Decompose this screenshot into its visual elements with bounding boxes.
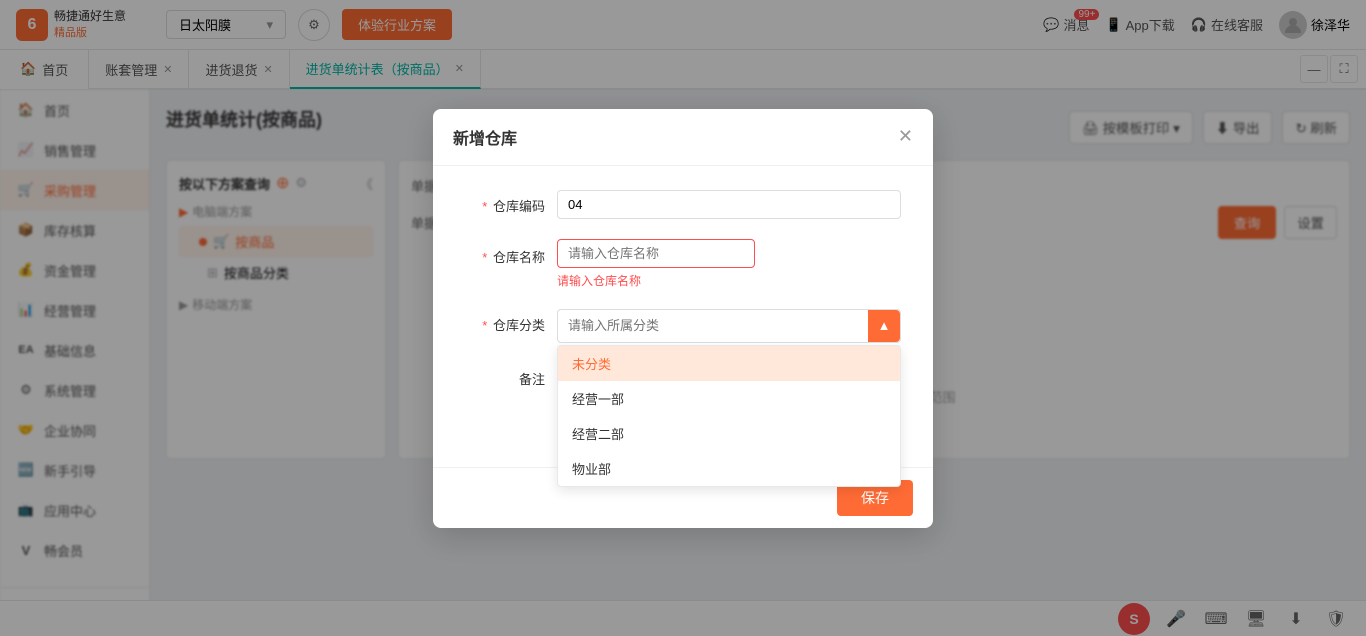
required-star-name: * [482, 250, 487, 265]
modal-body: * 仓库编码 * 仓库名称 请输入仓库名称 [433, 166, 933, 467]
modal-overlay: 新增仓库 ✕ * 仓库编码 * 仓库名称 [0, 0, 1366, 636]
warehouse-name-input[interactable] [557, 239, 755, 268]
modal-close-button[interactable]: ✕ [898, 126, 913, 147]
code-label: * 仓库编码 [465, 190, 545, 215]
category-dropdown-input-row: ▲ [557, 309, 901, 343]
category-input[interactable] [558, 312, 868, 339]
form-row-name: * 仓库名称 请输入仓库名称 [465, 239, 901, 289]
warehouse-code-input[interactable] [557, 190, 901, 219]
category-dropdown-list: 未分类 经营一部 经营二部 物业部 [557, 345, 901, 487]
category-label: * 仓库分类 [465, 309, 545, 334]
name-label: * 仓库名称 [465, 241, 545, 266]
required-star-code: * [482, 199, 487, 214]
required-star-category: * [482, 318, 487, 333]
warehouse-name-error: 请输入仓库名称 [557, 274, 641, 288]
modal-header: 新增仓库 ✕ [433, 109, 933, 166]
category-dropdown-toggle[interactable]: ▲ [868, 310, 900, 342]
form-row-code: * 仓库编码 [465, 190, 901, 219]
dropdown-option-2[interactable]: 经营二部 [558, 416, 900, 451]
remark-label: 备注 [465, 363, 545, 388]
new-warehouse-modal: 新增仓库 ✕ * 仓库编码 * 仓库名称 [433, 109, 933, 528]
form-row-category: * 仓库分类 ▲ 未分类 经营一部 经营二部 物业部 [465, 309, 901, 343]
dropdown-option-0[interactable]: 未分类 [558, 346, 900, 381]
dropdown-option-1[interactable]: 经营一部 [558, 381, 900, 416]
dropdown-option-3[interactable]: 物业部 [558, 451, 900, 486]
modal-title: 新增仓库 [453, 125, 517, 149]
category-dropdown-wrapper: ▲ 未分类 经营一部 经营二部 物业部 [557, 309, 901, 343]
